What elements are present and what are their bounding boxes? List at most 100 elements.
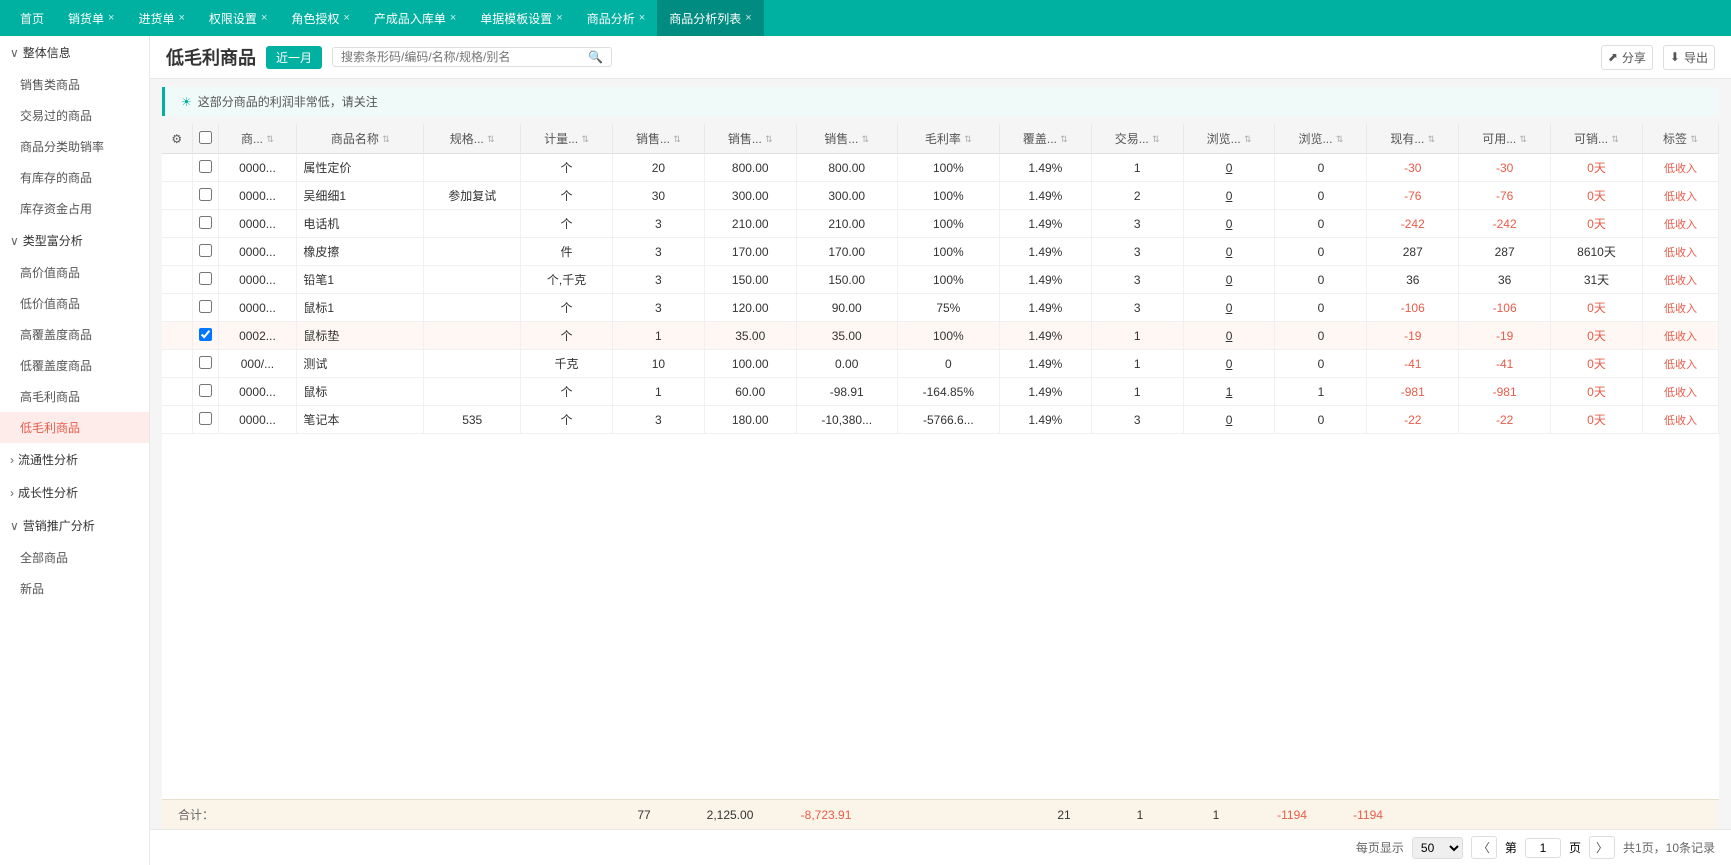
- row-qty-4: 3: [612, 238, 704, 266]
- row-checkbox-6[interactable]: [192, 294, 218, 322]
- col-view2[interactable]: 浏览... ⇅: [1275, 124, 1367, 154]
- row-checkbox-8[interactable]: [192, 350, 218, 378]
- row-view1-4[interactable]: 0: [1183, 238, 1275, 266]
- col-code[interactable]: 商... ⇅: [218, 124, 297, 154]
- close-product-analysis-icon[interactable]: ×: [639, 12, 645, 24]
- sidebar-item-all-goods[interactable]: 全部商品: [0, 542, 149, 573]
- col-sales-qty[interactable]: 销售... ⇅: [612, 124, 704, 154]
- row-view1-7[interactable]: 0: [1183, 322, 1275, 350]
- row-view1-1[interactable]: 0: [1183, 154, 1275, 182]
- close-sales-order-icon[interactable]: ×: [108, 12, 114, 24]
- sidebar-item-stock-goods[interactable]: 有库存的商品: [0, 162, 149, 193]
- sidebar-item-sales-goods[interactable]: 销售类商品: [0, 69, 149, 100]
- nav-home[interactable]: 首页: [8, 0, 56, 36]
- close-purchase-order-icon[interactable]: ×: [178, 12, 184, 24]
- col-settings[interactable]: ⚙: [162, 124, 192, 154]
- sidebar-item-stock-capital[interactable]: 库存资金占用: [0, 193, 149, 224]
- row-checkbox-10[interactable]: [192, 406, 218, 434]
- search-input[interactable]: [341, 50, 588, 64]
- row-settings-4: [162, 238, 192, 266]
- share-button[interactable]: ⬈ 分享: [1601, 45, 1653, 70]
- sidebar-item-new-goods[interactable]: 新品: [0, 573, 149, 604]
- nav-template-settings[interactable]: 单据模板设置 ×: [468, 0, 574, 36]
- row-checkbox-4[interactable]: [192, 238, 218, 266]
- time-filter-button[interactable]: 近一月: [266, 46, 322, 69]
- search-icon[interactable]: 🔍: [588, 50, 603, 64]
- nav-role-auth[interactable]: 角色授权 ×: [279, 0, 361, 36]
- nav-analysis-list[interactable]: 商品分析列表 ×: [657, 0, 763, 36]
- sidebar-group-growth[interactable]: › 成长性分析: [0, 476, 149, 509]
- sidebar-item-high-margin[interactable]: 高毛利商品: [0, 381, 149, 412]
- sidebar-group-type-analysis[interactable]: ∨ 类型富分析: [0, 224, 149, 257]
- next-page-button[interactable]: 〉: [1589, 836, 1615, 859]
- row-checkbox-1[interactable]: [192, 154, 218, 182]
- row-view1-2[interactable]: 0: [1183, 182, 1275, 210]
- sidebar-group-marketing[interactable]: ∨ 营销推广分析: [0, 509, 149, 542]
- view1-value-1[interactable]: 0: [1226, 161, 1233, 175]
- view1-value-10[interactable]: 0: [1226, 413, 1233, 427]
- view1-value-4[interactable]: 0: [1226, 245, 1233, 259]
- view1-value-8[interactable]: 0: [1226, 357, 1233, 371]
- view1-value-6[interactable]: 0: [1226, 301, 1233, 315]
- col-view1[interactable]: 浏览... ⇅: [1183, 124, 1275, 154]
- select-all-checkbox[interactable]: [199, 131, 212, 144]
- sidebar-item-low-coverage[interactable]: 低覆盖度商品: [0, 350, 149, 381]
- col-tag[interactable]: 标签 ⇅: [1642, 124, 1718, 154]
- row-checkbox-2[interactable]: [192, 182, 218, 210]
- view1-value-7[interactable]: 0: [1226, 329, 1233, 343]
- row-current-9: -981: [1367, 378, 1459, 406]
- close-analysis-list-icon[interactable]: ×: [745, 12, 751, 24]
- col-sales-amount[interactable]: 销售... ⇅: [796, 124, 897, 154]
- sidebar-item-low-value[interactable]: 低价值商品: [0, 288, 149, 319]
- col-coverage[interactable]: 覆盖... ⇅: [999, 124, 1091, 154]
- export-button[interactable]: ⬇ 导出: [1663, 45, 1715, 70]
- col-gross-margin[interactable]: 毛利率 ⇅: [897, 124, 999, 154]
- sidebar-item-high-value[interactable]: 高价值商品: [0, 257, 149, 288]
- nav-purchase-order[interactable]: 进货单 ×: [126, 0, 196, 36]
- nav-product-analysis[interactable]: 商品分析 ×: [575, 0, 657, 36]
- row-view1-3[interactable]: 0: [1183, 210, 1275, 238]
- row-checkbox-7[interactable]: [192, 322, 218, 350]
- col-current[interactable]: 现有... ⇅: [1367, 124, 1459, 154]
- row-checkbox-9[interactable]: [192, 378, 218, 406]
- view1-value-9[interactable]: 1: [1226, 385, 1233, 399]
- row-current-6: -106: [1367, 294, 1459, 322]
- view1-value-2[interactable]: 0: [1226, 189, 1233, 203]
- sidebar-item-category-rate[interactable]: 商品分类助销率: [0, 131, 149, 162]
- prev-page-button[interactable]: 〈: [1471, 836, 1497, 859]
- col-sellable[interactable]: 可销... ⇅: [1551, 124, 1643, 154]
- view1-value-3[interactable]: 0: [1226, 217, 1233, 231]
- row-checkbox-3[interactable]: [192, 210, 218, 238]
- nav-sales-order[interactable]: 销货单 ×: [56, 0, 126, 36]
- row-view1-6[interactable]: 0: [1183, 294, 1275, 322]
- col-name[interactable]: 商品名称 ⇅: [297, 124, 424, 154]
- row-view1-8[interactable]: 0: [1183, 350, 1275, 378]
- row-tag-4: 低收入: [1642, 238, 1718, 266]
- per-page-select[interactable]: 50 100 200: [1412, 837, 1463, 859]
- close-template-icon[interactable]: ×: [556, 12, 562, 24]
- row-view1-9[interactable]: 1: [1183, 378, 1275, 406]
- row-trade-8: 1: [1091, 350, 1183, 378]
- row-checkbox-5[interactable]: [192, 266, 218, 294]
- col-sales-price[interactable]: 销售... ⇅: [704, 124, 796, 154]
- col-available[interactable]: 可用... ⇅: [1459, 124, 1551, 154]
- nav-permission-settings[interactable]: 权限设置 ×: [197, 0, 279, 36]
- row-view1-10[interactable]: 0: [1183, 406, 1275, 434]
- row-view1-5[interactable]: 0: [1183, 266, 1275, 294]
- view1-value-5[interactable]: 0: [1226, 273, 1233, 287]
- sidebar-item-traded-goods[interactable]: 交易过的商品: [0, 100, 149, 131]
- row-unit-10: 个: [521, 406, 613, 434]
- sidebar-group-overall[interactable]: ∨ 整体信息: [0, 36, 149, 69]
- close-role-auth-icon[interactable]: ×: [343, 12, 349, 24]
- nav-finished-goods[interactable]: 产成品入库单 ×: [362, 0, 468, 36]
- row-name-2: 吴细细1: [297, 182, 424, 210]
- col-spec[interactable]: 规格... ⇅: [424, 124, 521, 154]
- close-finished-goods-icon[interactable]: ×: [450, 12, 456, 24]
- sidebar-group-circulation[interactable]: › 流通性分析: [0, 443, 149, 476]
- col-unit[interactable]: 计量... ⇅: [521, 124, 613, 154]
- page-number-input[interactable]: [1525, 838, 1561, 858]
- col-trade[interactable]: 交易... ⇅: [1091, 124, 1183, 154]
- sidebar-item-high-coverage[interactable]: 高覆盖度商品: [0, 319, 149, 350]
- close-permission-icon[interactable]: ×: [261, 12, 267, 24]
- sidebar-item-low-margin[interactable]: 低毛利商品: [0, 412, 149, 443]
